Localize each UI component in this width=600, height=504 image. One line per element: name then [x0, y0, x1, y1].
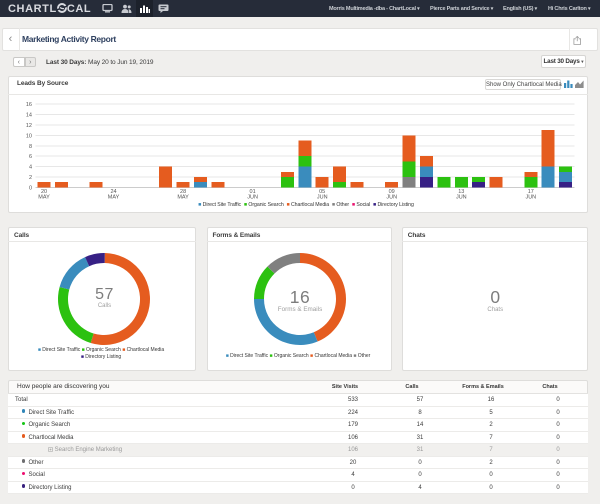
svg-text:14: 14 [26, 113, 32, 119]
svg-text:JUN: JUN [317, 195, 328, 201]
svg-text:6: 6 [29, 154, 32, 160]
svg-text:2: 2 [29, 175, 32, 181]
svg-text:8: 8 [29, 144, 32, 150]
svg-text:10: 10 [26, 133, 32, 139]
svg-text:4: 4 [29, 165, 32, 171]
svg-text:0: 0 [29, 185, 32, 191]
svg-text:JUN: JUN [386, 195, 397, 201]
svg-text:JUN: JUN [456, 195, 467, 201]
svg-text:MAY: MAY [108, 195, 120, 201]
svg-text:MAY: MAY [177, 195, 189, 201]
svg-text:JUN: JUN [525, 195, 536, 201]
svg-text:JUN: JUN [247, 195, 258, 201]
svg-text:MAY: MAY [38, 195, 50, 201]
svg-text:16: 16 [26, 102, 32, 108]
svg-text:12: 12 [26, 123, 32, 129]
